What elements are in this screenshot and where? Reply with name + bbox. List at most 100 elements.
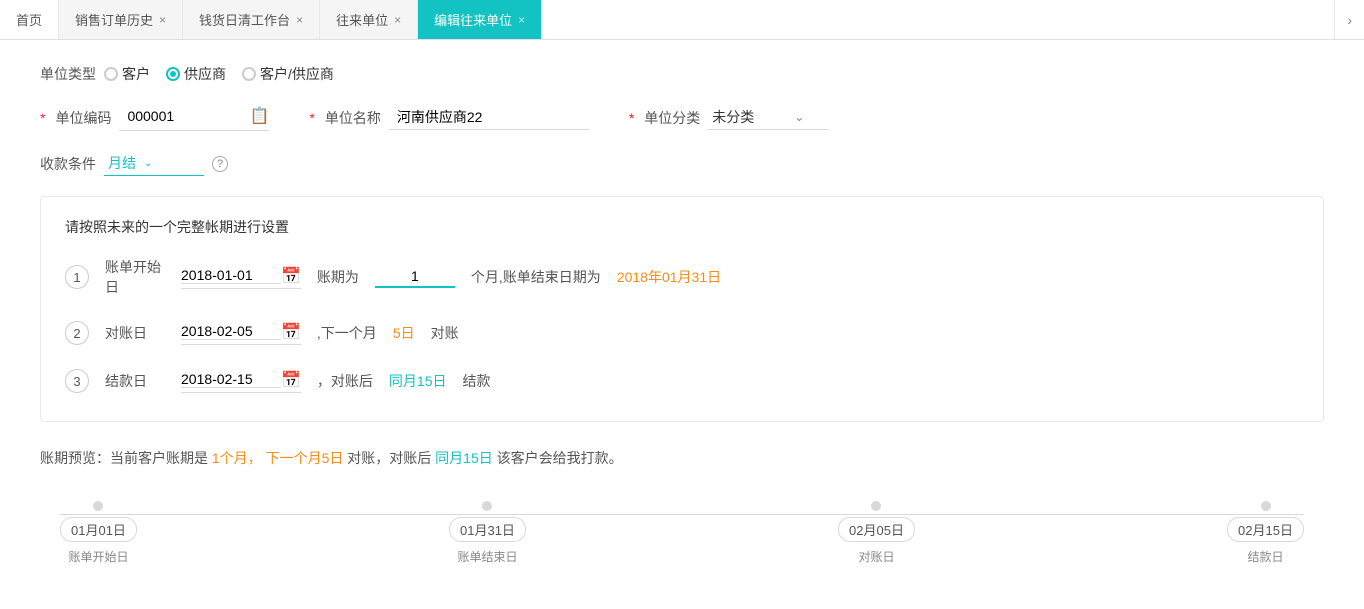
tab-edit-partner-close[interactable]: × — [518, 13, 525, 27]
payment-value: 月结 — [108, 153, 136, 173]
radio-both-label: 客户/供应商 — [260, 64, 334, 84]
period-row3-prefix: ，对账后 — [317, 371, 373, 391]
timeline-dot-1 — [93, 501, 103, 511]
preview-text: 账期预览：当前客户账期是 1个月， 下一个月5日 对账，对账后 同月15日 该客… — [40, 448, 1324, 468]
preview-period: 1个月， — [212, 450, 262, 466]
classify-chevron-icon: ⌄ — [794, 110, 804, 124]
unit-name-group: * 单位名称 — [309, 105, 588, 130]
timeline-date-4: 02月15日 — [1227, 517, 1304, 542]
timeline-date-3: 02月05日 — [838, 517, 915, 542]
period-field-2: 对账日 — [105, 323, 165, 343]
tab-edit-partner[interactable]: 编辑往来单位 × — [418, 0, 542, 39]
radio-customer-circle — [104, 67, 118, 81]
period-date-2-icon[interactable]: 📅 — [281, 322, 301, 342]
tab-home-label: 首页 — [16, 10, 42, 29]
timeline-label-1: 账单开始日 — [68, 548, 128, 565]
tab-partner-label: 往来单位 — [336, 10, 388, 29]
radio-supplier[interactable]: 供应商 — [166, 64, 226, 84]
tab-cash-work-label: 钱货日清工作台 — [199, 10, 290, 29]
timeline-point-1: 01月01日 账单开始日 — [60, 498, 137, 565]
timeline: 01月01日 账单开始日 01月31日 账单结束日 02月05日 对账日 — [40, 488, 1324, 575]
payment-select[interactable]: 月结 ⌄ — [104, 151, 204, 176]
radio-supplier-circle — [166, 67, 180, 81]
tab-sales-order[interactable]: 销售订单历史 × — [59, 0, 183, 39]
period-date-1-wrapper: 📅 — [181, 266, 301, 289]
period-row2-prefix: ,下一个月 — [317, 323, 377, 343]
tab-overflow-arrow[interactable]: › — [1334, 0, 1364, 39]
period-num-2: 2 — [65, 321, 89, 345]
unit-code-icon[interactable]: 📋 — [249, 106, 269, 126]
period-for-label: 账期为 — [317, 267, 359, 287]
period-row2-day: 5日 — [393, 323, 415, 343]
period-date-3-wrapper: 📅 — [181, 370, 301, 393]
unit-type-row: 单位类型 客户 供应商 客户/供应商 — [40, 64, 1324, 84]
timeline-points: 01月01日 账单开始日 01月31日 账单结束日 02月05日 对账日 — [60, 498, 1304, 565]
timeline-point-3: 02月05日 对账日 — [838, 498, 915, 565]
payment-help-icon[interactable]: ? — [212, 156, 228, 172]
unit-name-input[interactable] — [389, 105, 589, 130]
tab-sales-order-label: 销售订单历史 — [75, 10, 153, 29]
unit-classify-required: * — [629, 110, 634, 126]
period-row-3: 3 结款日 📅 ，对账后 同月15日 结款 — [65, 369, 1299, 393]
radio-customer-label: 客户 — [122, 64, 150, 84]
timeline-point-4: 02月15日 结款日 — [1227, 498, 1304, 565]
timeline-dot-4 — [1261, 501, 1271, 511]
period-months-input[interactable] — [375, 266, 455, 288]
unit-classify-value: 未分类 — [712, 107, 754, 127]
unit-name-label: 单位名称 — [325, 108, 381, 128]
preview-prefix: 账期预览：当前客户账期是 — [40, 450, 208, 466]
payment-row: 收款条件 月结 ⌄ ? — [40, 151, 1324, 176]
timeline-date-1: 01月01日 — [60, 517, 137, 542]
radio-group: 客户 供应商 客户/供应商 — [104, 64, 334, 84]
radio-both-circle — [242, 67, 256, 81]
unit-classify-group: * 单位分类 未分类 ⌄ — [629, 105, 828, 130]
tab-cash-work[interactable]: 钱货日清工作台 × — [183, 0, 320, 39]
timeline-label-2: 账单结束日 — [457, 548, 517, 565]
payment-chevron-icon: ⌄ — [144, 158, 152, 169]
unit-code-input[interactable] — [119, 104, 249, 128]
period-box: 请按照未来的一个完整帐期进行设置 1 账单开始日 📅 账期为 个月,账单结束日期… — [40, 196, 1324, 422]
timeline-point-2: 01月31日 账单结束日 — [449, 498, 526, 565]
timeline-label-3: 对账日 — [858, 548, 894, 565]
unit-info-row: * 单位编码 📋 * 单位名称 * 单位分类 未分类 ⌄ — [40, 104, 1324, 131]
unit-type-label: 单位类型 — [40, 64, 96, 84]
period-date-1-input[interactable] — [181, 267, 281, 284]
period-num-3: 3 — [65, 369, 89, 393]
payment-label: 收款条件 — [40, 154, 96, 174]
unit-classify-select[interactable]: 未分类 ⌄ — [708, 105, 828, 130]
period-row-1: 1 账单开始日 📅 账期为 个月,账单结束日期为 2018年01月31日 — [65, 257, 1299, 297]
period-end-date: 2018年01月31日 — [617, 267, 721, 287]
timeline-dot-3 — [871, 501, 881, 511]
unit-code-required: * — [40, 110, 45, 126]
unit-name-required: * — [309, 110, 314, 126]
unit-code-label: 单位编码 — [55, 108, 111, 128]
tab-edit-partner-label: 编辑往来单位 — [434, 10, 512, 29]
period-date-2-wrapper: 📅 — [181, 322, 301, 345]
period-row3-day: 同月15日 — [389, 371, 447, 391]
period-field-3: 结款日 — [105, 371, 165, 391]
period-field-1: 账单开始日 — [105, 257, 165, 297]
period-title: 请按照未来的一个完整帐期进行设置 — [65, 217, 1299, 237]
timeline-dot-2 — [482, 501, 492, 511]
tab-sales-order-close[interactable]: × — [159, 13, 166, 27]
radio-supplier-label: 供应商 — [184, 64, 226, 84]
unit-type-group: 单位类型 客户 供应商 客户/供应商 — [40, 64, 334, 84]
tab-partner[interactable]: 往来单位 × — [320, 0, 418, 39]
unit-code-group: * 单位编码 📋 — [40, 104, 269, 131]
preview-middle2: 对账，对账后 — [347, 450, 431, 466]
unit-classify-label: 单位分类 — [644, 108, 700, 128]
period-date-1-icon[interactable]: 📅 — [281, 266, 301, 286]
preview-suffix: 该客户会给我打款。 — [497, 450, 623, 466]
period-date-2-input[interactable] — [181, 323, 281, 340]
tab-cash-work-close[interactable]: × — [296, 13, 303, 27]
period-date-3-input[interactable] — [181, 371, 281, 388]
tab-home[interactable]: 首页 — [0, 0, 59, 39]
tab-partner-close[interactable]: × — [394, 13, 401, 27]
radio-customer[interactable]: 客户 — [104, 64, 150, 84]
preview-day15: 同月15日 — [435, 450, 493, 466]
period-row2-suffix: 对账 — [431, 323, 459, 343]
period-row-2: 2 对账日 📅 ,下一个月 5日 对账 — [65, 321, 1299, 345]
period-date-3-icon[interactable]: 📅 — [281, 370, 301, 390]
period-num-1: 1 — [65, 265, 89, 289]
radio-both[interactable]: 客户/供应商 — [242, 64, 334, 84]
